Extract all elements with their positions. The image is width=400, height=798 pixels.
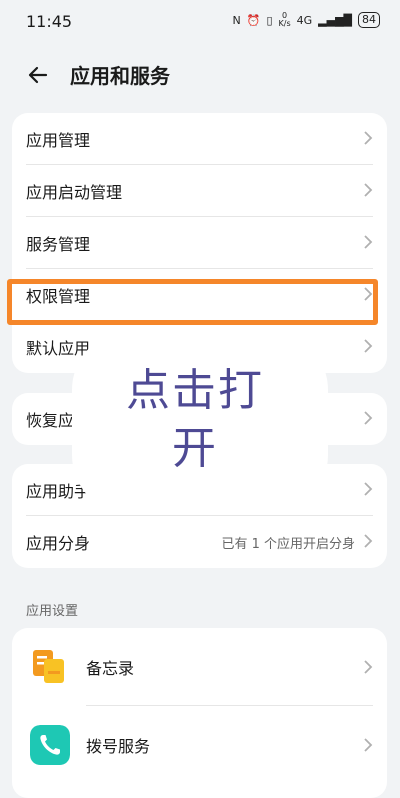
chevron-right-icon xyxy=(364,534,373,548)
row-app-twin[interactable]: 应用分身 已有 1 个应用开启分身 xyxy=(12,516,387,568)
row-app-launch-management[interactable]: 应用启动管理 xyxy=(12,165,387,217)
tutorial-instruction: 点击打 开 xyxy=(100,362,290,478)
back-arrow-icon[interactable] xyxy=(24,60,54,90)
signal-icon: ▂▄▆█ xyxy=(318,13,352,27)
highlight-box xyxy=(7,279,378,325)
status-icons: N ⏰ ▯ 0 K/s 4G ▂▄▆█ 84 xyxy=(233,12,380,28)
row-label: 应用分身 xyxy=(26,534,91,553)
row-label: 应用启动管理 xyxy=(26,183,123,202)
row-label: 拨号服务 xyxy=(86,737,151,756)
page-header: 应用和服务 xyxy=(0,52,400,96)
row-app-management[interactable]: 应用管理 xyxy=(12,113,387,165)
signal-label: 4G xyxy=(296,13,313,27)
notes-app-icon xyxy=(33,650,64,683)
chevron-right-icon xyxy=(364,660,373,674)
row-label: 服务管理 xyxy=(26,235,91,254)
chevron-right-icon xyxy=(364,235,373,249)
status-time: 11:45 xyxy=(26,12,73,31)
chevron-right-icon xyxy=(364,183,373,197)
instruction-line-1: 点击打 xyxy=(126,365,264,416)
row-phone-app[interactable]: 拨号服务 xyxy=(12,706,387,784)
row-label: 应用管理 xyxy=(26,131,91,150)
chevron-right-icon xyxy=(364,482,373,496)
net-speed: 0 K/s xyxy=(278,11,291,28)
chevron-right-icon xyxy=(364,411,373,425)
row-label: 备忘录 xyxy=(86,659,135,678)
chevron-right-icon xyxy=(364,131,373,145)
section-label-app-settings: 应用设置 xyxy=(26,604,79,619)
chevron-right-icon xyxy=(364,738,373,752)
row-label: 默认应用 xyxy=(26,339,91,358)
battery-icon: 84 xyxy=(358,12,380,28)
app-settings-card: 备忘录 拨号服务 xyxy=(12,628,387,798)
row-service-management[interactable]: 服务管理 xyxy=(12,217,387,269)
phone-app-icon xyxy=(30,725,70,765)
chevron-right-icon xyxy=(364,339,373,353)
alarm-icon: ⏰ xyxy=(246,13,261,27)
page-title: 应用和服务 xyxy=(70,64,170,88)
status-bar: 11:45 N ⏰ ▯ 0 K/s 4G ▂▄▆█ 84 xyxy=(0,0,400,44)
nfc-icon: N xyxy=(232,13,241,27)
row-notes-app[interactable]: 备忘录 xyxy=(12,628,387,706)
instruction-line-2: 开 xyxy=(172,423,218,474)
row-value: 已有 1 个应用开启分身 xyxy=(221,536,355,552)
vibrate-icon: ▯ xyxy=(266,13,273,27)
